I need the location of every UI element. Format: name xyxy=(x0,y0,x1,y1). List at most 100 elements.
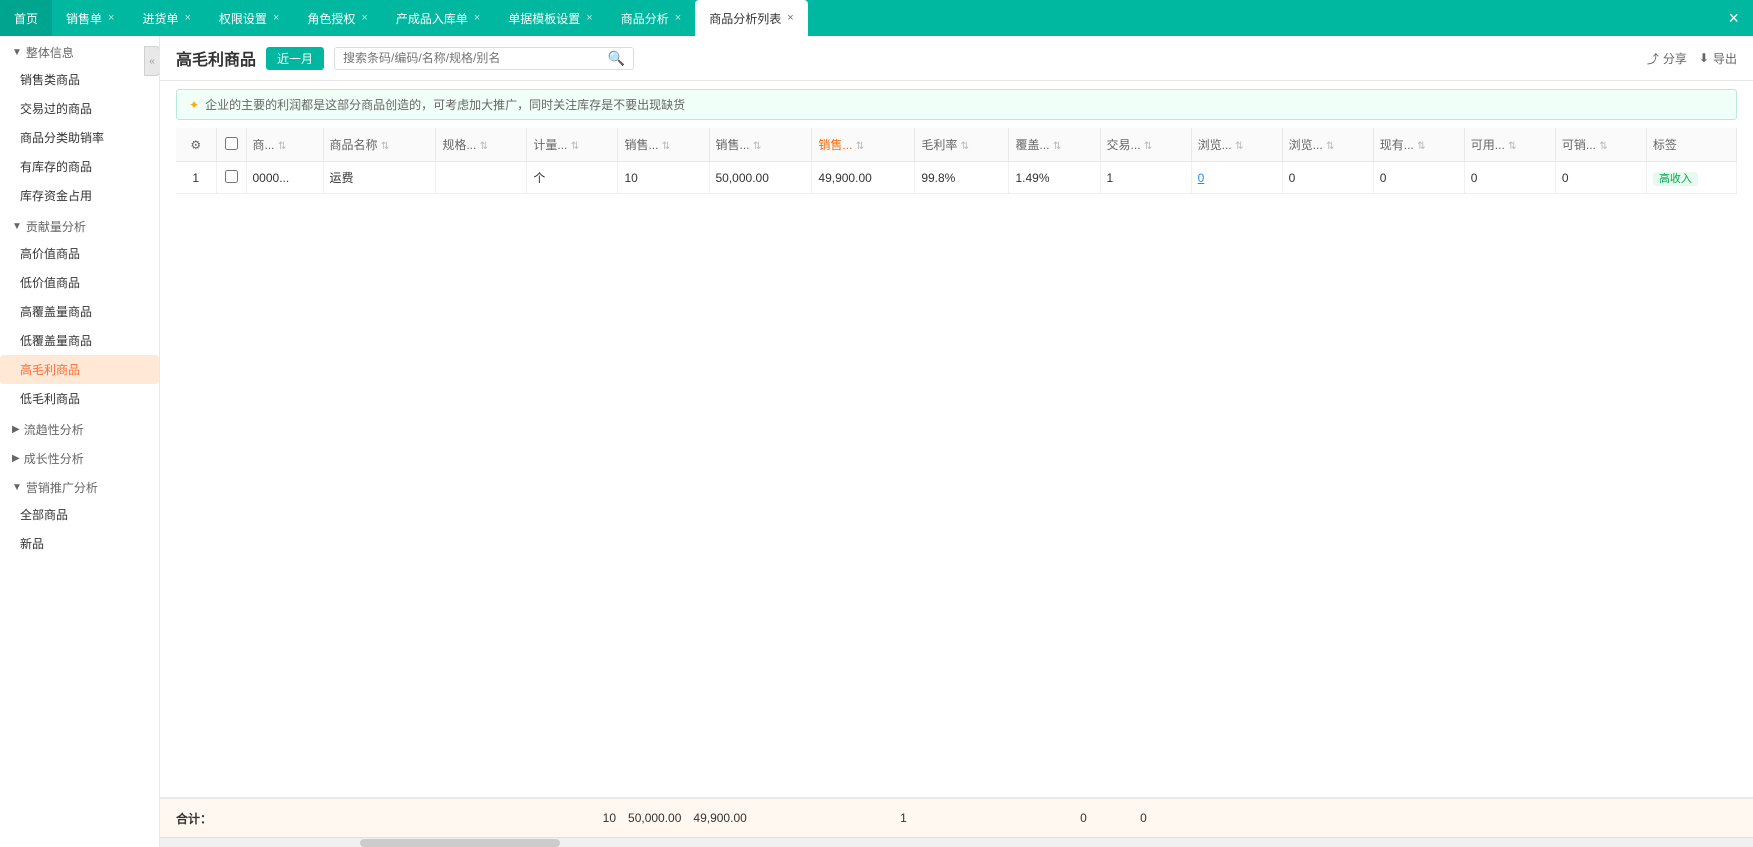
sidebar-group-marketing[interactable]: ▼ 营销推广分析 xyxy=(0,471,159,500)
sort-gross-rate: ⇅ xyxy=(961,141,969,152)
col-header-trade[interactable]: 交易... ⇅ xyxy=(1100,128,1191,162)
close-purchase-tab[interactable]: × xyxy=(184,12,190,24)
top-nav: 首页 销售单 × 进货单 × 权限设置 × 角色授权 × 产成品入库单 × 单据… xyxy=(0,0,1753,36)
sidebar-collapse-btn[interactable]: « xyxy=(144,46,160,76)
footer-spacer1 xyxy=(222,814,562,822)
page-title: 高毛利商品 xyxy=(176,46,256,70)
settings-icon[interactable]: ⚙ xyxy=(190,138,201,152)
col-header-unit[interactable]: 计量... ⇅ xyxy=(527,128,618,162)
group-arrow-marketing: ▼ xyxy=(12,482,22,493)
nav-item-permissions[interactable]: 权限设置 × xyxy=(205,0,293,36)
share-btn[interactable]: ⤴ 分享 xyxy=(1647,50,1687,67)
view1-link[interactable]: 0 xyxy=(1198,171,1205,185)
footer-sales-qty: 10 xyxy=(562,807,622,829)
share-icon: ⤴ xyxy=(1647,50,1659,67)
export-btn[interactable]: ⬇ 导出 xyxy=(1699,50,1737,67)
sidebar-group-growth[interactable]: ▶ 成长性分析 xyxy=(0,442,159,471)
cell-saleable: 0 xyxy=(1555,162,1646,194)
col-header-sales-amt[interactable]: 销售... ⇅ xyxy=(709,128,812,162)
cell-view1[interactable]: 0 xyxy=(1191,162,1282,194)
footer-spacer2 xyxy=(753,814,853,822)
nav-item-home[interactable]: 首页 xyxy=(0,0,52,36)
cell-sales-qty: 10 xyxy=(618,162,709,194)
sidebar-item-category-rate[interactable]: 商品分类助销率 xyxy=(0,123,159,152)
col-header-check[interactable] xyxy=(216,128,246,162)
sidebar-item-new-goods[interactable]: 新品 xyxy=(0,529,159,558)
close-roles-tab[interactable]: × xyxy=(361,12,367,24)
close-goods-analysis-list-tab[interactable]: × xyxy=(787,12,793,24)
cell-gross-rate: 99.8% xyxy=(915,162,1009,194)
header-actions: ⤴ 分享 ⬇ 导出 xyxy=(1647,50,1737,67)
sidebar-item-low-margin[interactable]: 低毛利商品 xyxy=(0,384,159,413)
filter-recent-month-btn[interactable]: 近一月 xyxy=(266,47,324,70)
sidebar-item-sales-goods[interactable]: 销售类商品 xyxy=(0,65,159,94)
col-header-saleable[interactable]: 可销... ⇅ xyxy=(1555,128,1646,162)
row-checkbox[interactable] xyxy=(225,170,238,183)
table-container[interactable]: ⚙ 商... ⇅ 商品名称 ⇅ xyxy=(160,128,1753,797)
nav-item-template[interactable]: 单据模板设置 × xyxy=(494,0,606,36)
footer-spacer3 xyxy=(913,814,1033,822)
sidebar-item-high-coverage[interactable]: 高覆盖量商品 xyxy=(0,297,159,326)
sidebar-item-stock-capital[interactable]: 库存资金占用 xyxy=(0,181,159,210)
col-header-settings[interactable]: ⚙ xyxy=(176,128,216,162)
sidebar: « ▼ 整体信息 销售类商品 交易过的商品 商品分类助销率 有库存的商品 库存资… xyxy=(0,36,160,847)
cell-coverage: 1.49% xyxy=(1009,162,1100,194)
col-header-view1[interactable]: 浏览... ⇅ xyxy=(1191,128,1282,162)
group-arrow-contribution: ▼ xyxy=(12,221,22,232)
scrollbar-thumb[interactable] xyxy=(360,839,560,847)
nav-item-roles[interactable]: 角色授权 × xyxy=(293,0,381,36)
group-arrow-trend: ▶ xyxy=(12,424,20,435)
sidebar-item-in-stock[interactable]: 有库存的商品 xyxy=(0,152,159,181)
footer-cells: 10 50,000.00 49,900.00 1 0 0 xyxy=(222,807,1737,829)
sort-view1: ⇅ xyxy=(1235,141,1243,152)
search-input[interactable] xyxy=(343,51,608,65)
sidebar-group-trend[interactable]: ▶ 流趋性分析 xyxy=(0,413,159,442)
cell-unit: 个 xyxy=(527,162,618,194)
cell-sales-amt: 50,000.00 xyxy=(709,162,812,194)
footer-available: 0 xyxy=(1093,807,1153,829)
close-template-tab[interactable]: × xyxy=(586,12,592,24)
sidebar-group-overall[interactable]: ▼ 整体信息 xyxy=(0,36,159,65)
nav-item-purchase[interactable]: 进货单 × xyxy=(128,0,204,36)
sort-sales-qty: ⇅ xyxy=(662,141,670,152)
select-all-checkbox[interactable] xyxy=(225,137,238,150)
cell-tag: 高收入 xyxy=(1646,162,1736,194)
col-header-sales-profit[interactable]: 销售... ⇅ xyxy=(812,128,915,162)
col-header-sales-qty[interactable]: 销售... ⇅ xyxy=(618,128,709,162)
col-header-tag[interactable]: 标签 xyxy=(1646,128,1736,162)
col-header-current-stock[interactable]: 现有... ⇅ xyxy=(1373,128,1464,162)
search-icon[interactable]: 🔍 xyxy=(608,50,625,67)
window-close-btn[interactable]: × xyxy=(1714,8,1753,29)
sort-unit: ⇅ xyxy=(571,141,579,152)
sidebar-item-traded-goods[interactable]: 交易过的商品 xyxy=(0,94,159,123)
footer-total: 合计： 10 50,000.00 49,900.00 1 0 0 xyxy=(160,797,1753,837)
close-permissions-tab[interactable]: × xyxy=(273,12,279,24)
cell-num: 1 xyxy=(176,162,216,194)
sidebar-item-high-value[interactable]: 高价值商品 xyxy=(0,239,159,268)
close-goods-analysis-tab[interactable]: × xyxy=(675,12,681,24)
sidebar-item-low-coverage[interactable]: 低覆盖量商品 xyxy=(0,326,159,355)
sidebar-item-all-goods[interactable]: 全部商品 xyxy=(0,500,159,529)
close-stock-in-tab[interactable]: × xyxy=(474,12,480,24)
col-header-coverage[interactable]: 覆盖... ⇅ xyxy=(1009,128,1100,162)
sidebar-item-low-value[interactable]: 低价值商品 xyxy=(0,268,159,297)
col-header-view2[interactable]: 浏览... ⇅ xyxy=(1282,128,1373,162)
footer-current-stock: 0 xyxy=(1033,807,1093,829)
col-header-code[interactable]: 商... ⇅ xyxy=(246,128,323,162)
sort-view2: ⇅ xyxy=(1326,141,1334,152)
nav-item-sales[interactable]: 销售单 × xyxy=(52,0,128,36)
sidebar-group-contribution[interactable]: ▼ 贡献量分析 xyxy=(0,210,159,239)
nav-item-goods-analysis[interactable]: 商品分析 × xyxy=(607,0,695,36)
sort-name: ⇅ xyxy=(381,141,389,152)
cell-check[interactable] xyxy=(216,162,246,194)
col-header-available[interactable]: 可用... ⇅ xyxy=(1464,128,1555,162)
sidebar-item-high-margin[interactable]: 高毛利商品 xyxy=(0,355,159,384)
close-sales-tab[interactable]: × xyxy=(108,12,114,24)
col-header-name[interactable]: 商品名称 ⇅ xyxy=(323,128,436,162)
horizontal-scrollbar[interactable] xyxy=(160,837,1753,847)
col-header-gross-rate[interactable]: 毛利率 ⇅ xyxy=(915,128,1009,162)
sort-sales-amt: ⇅ xyxy=(753,141,761,152)
nav-item-stock-in[interactable]: 产成品入库单 × xyxy=(382,0,494,36)
nav-item-goods-analysis-list[interactable]: 商品分析列表 × xyxy=(695,0,807,36)
col-header-spec[interactable]: 规格... ⇅ xyxy=(436,128,527,162)
